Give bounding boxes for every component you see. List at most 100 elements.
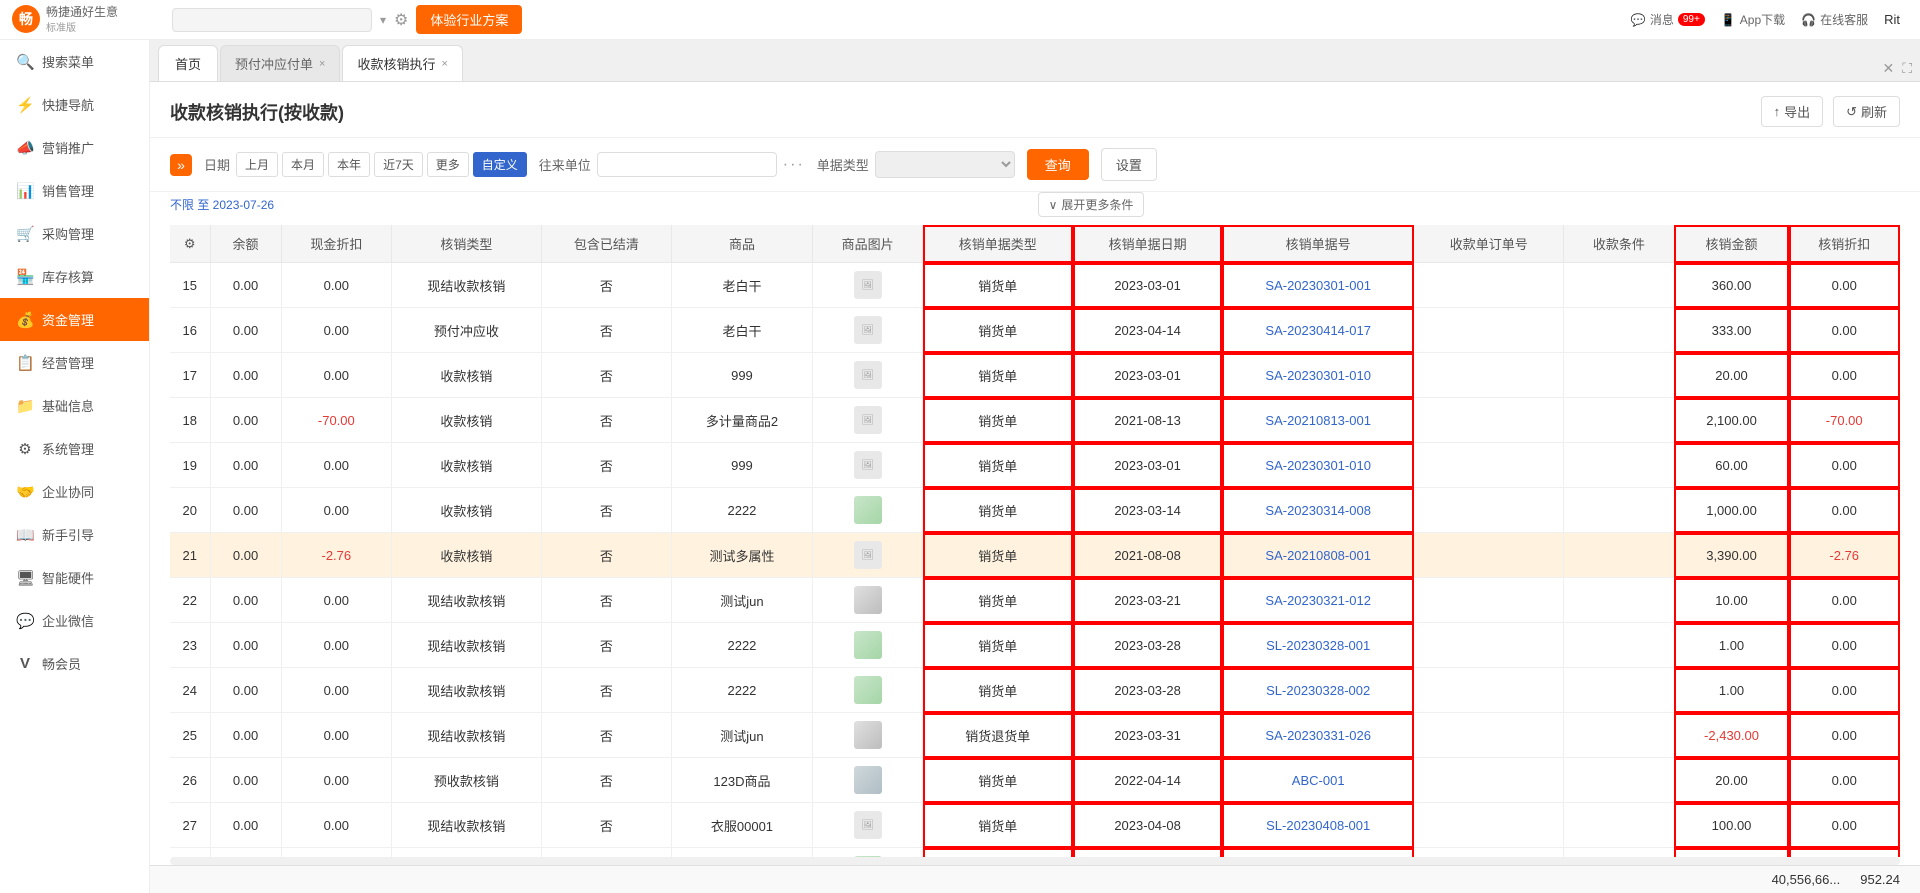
th-cancel-amount: 核销金额 [1674,225,1789,263]
cell-product: 衣服00001 [671,803,812,848]
cell-id: 23 [170,623,210,668]
app-download-item[interactable]: 📱 App下载 [1721,11,1785,28]
export-button[interactable]: ↑ 导出 [1761,96,1824,127]
query-button[interactable]: 查询 [1027,149,1089,180]
cell-bill-no[interactable]: SA-20210813-001 [1222,398,1413,443]
sidebar-item-basic-info[interactable]: 📁 基础信息 [0,384,149,427]
horizontal-scrollbar[interactable] [170,857,1900,865]
filter-custom[interactable]: 自定义 [473,152,527,177]
top-dropdown-arrow[interactable]: ▾ [380,13,386,27]
cell-cancel-type: 预收款核销 [392,758,542,803]
cell-bill-no[interactable]: SA-20230414-017 [1222,308,1413,353]
filter-counterpart-input[interactable] [597,152,777,177]
sidebar-item-inventory[interactable]: 🏪 库存核算 [0,255,149,298]
filter-counterpart-dots[interactable]: ··· [783,156,805,174]
filter-this-month[interactable]: 本月 [282,152,324,177]
product-image-placeholder: 🖼 [854,316,882,344]
cell-bill-no[interactable]: SA-20230301-010 [1222,443,1413,488]
operation-icon: 📋 [16,354,34,372]
sidebar-item-finance[interactable]: 💰 资金管理 [0,298,149,341]
cell-bill-no[interactable]: ABC-001 [1222,758,1413,803]
tab-receivables[interactable]: 收款核销执行 × [342,45,462,81]
tab-close-all-icon[interactable]: ✕ [1882,60,1894,77]
top-search-input[interactable] [172,8,372,32]
filter-expand-button[interactable]: ∨ 展开更多条件 [1038,192,1145,217]
cell-id: 18 [170,398,210,443]
th-settings[interactable]: ⚙ [170,225,210,263]
filter-last-7-days[interactable]: 近7天 [374,152,423,177]
cell-bill-no[interactable]: SA-20230321-012 [1222,578,1413,623]
refresh-button[interactable]: ↺ 刷新 [1833,96,1900,127]
cell-bill-no[interactable]: SL-20230408-001 [1222,803,1413,848]
sidebar-item-wechat[interactable]: 💬 企业微信 [0,599,149,642]
sidebar-item-operation[interactable]: 📋 经营管理 [0,341,149,384]
cell-bill-no[interactable]: SA-20230314-008 [1222,488,1413,533]
cell-bill-no[interactable]: SA-20230331-026 [1222,713,1413,758]
filter-bar: » 日期 上月 本月 本年 近7天 更多 自定义 往来单位 ··· [150,138,1920,192]
cell-bill-no[interactable]: SA-20230301-010 [1222,353,1413,398]
industry-solution-button[interactable]: 体验行业方案 [416,5,522,34]
cell-bill-no[interactable]: SA-20210808-001 [1222,533,1413,578]
sidebar-item-purchase[interactable]: 🛒 采购管理 [0,212,149,255]
user-name[interactable]: Rit [1884,12,1900,27]
cell-balance: 0.00 [210,713,281,758]
tab-receivables-close[interactable]: × [441,58,447,70]
cell-bill-type: 销货单 [923,668,1073,713]
sidebar-item-quick-nav[interactable]: ⚡ 快捷导航 [0,83,149,126]
filter-toggle-button[interactable]: » [170,154,192,176]
tab-prepay-close[interactable]: × [319,58,325,70]
cell-cancel-discount: 0.00 [1789,758,1900,803]
cell-cancel-discount: 0.00 [1789,308,1900,353]
product-image [854,586,882,614]
tab-home[interactable]: 首页 [158,45,218,81]
cell-id: 27 [170,803,210,848]
th-payment-term: 收款条件 [1564,225,1674,263]
logo-icon: 畅 [12,5,40,33]
sidebar-item-search[interactable]: 🔍 搜索菜单 [0,40,149,83]
cell-cancel-type: 现结收款核销 [392,803,542,848]
cell-product-img: 🖼 [812,263,922,308]
cell-product-img: 🖼 [812,533,922,578]
tab-prepay[interactable]: 预付冲应付单 × [220,45,340,81]
sidebar-item-sales[interactable]: 📊 销售管理 [0,169,149,212]
cell-product-img [812,668,922,713]
sidebar-item-marketing[interactable]: 📣 营销推广 [0,126,149,169]
cell-bill-no[interactable]: SA-20230301-001 [1222,263,1413,308]
footer-amount-value: 40,556,66... [1772,872,1841,887]
sidebar-item-collab[interactable]: 🤝 企业协同 [0,470,149,513]
filter-more[interactable]: 更多 [427,152,469,177]
tab-expand-icon[interactable]: ⛶ [1902,60,1912,77]
footer-cancel-amount: 40,556,66... [1772,872,1841,887]
filter-bill-type-select[interactable] [875,151,1015,178]
cell-bill-no[interactable]: SL-20230328-001 [1222,623,1413,668]
logo: 畅 畅捷通好生意 标准版 [12,5,162,34]
cell-contains-settled: 否 [541,848,671,858]
messages-item[interactable]: 💬 消息 99+ [1631,11,1705,28]
marketing-icon: 📣 [16,139,34,157]
cell-bill-no[interactable]: SL-20230418-001 [1222,848,1413,858]
cell-cancel-amount: 3,390.00 [1674,533,1789,578]
cell-bill-date: 2023-03-21 [1073,578,1223,623]
top-settings-icon[interactable]: ⚙ [394,10,408,30]
sidebar-item-guide[interactable]: 📖 新手引导 [0,513,149,556]
cell-payment-term [1564,398,1674,443]
cell-cancel-discount: 0.00 [1789,848,1900,858]
cell-bill-type: 销货单 [923,533,1073,578]
cell-bill-no[interactable]: SL-20230328-002 [1222,668,1413,713]
cell-product-img: 🖼 [812,353,922,398]
cell-id: 25 [170,713,210,758]
cell-contains-settled: 否 [541,623,671,668]
export-icon: ↑ [1774,104,1781,119]
sidebar-item-vip[interactable]: V 畅会员 [0,642,149,685]
filter-last-month[interactable]: 上月 [236,152,278,177]
cell-product: 2222 [671,848,812,858]
guide-icon: 📖 [16,526,34,544]
filter-date-buttons: 上月 本月 本年 近7天 更多 自定义 [236,152,527,177]
sidebar-item-hardware[interactable]: 🖥 智能硬件 [0,556,149,599]
filter-this-year[interactable]: 本年 [328,152,370,177]
footer-discount-value: 952.24 [1860,872,1900,887]
settings-button[interactable]: 设置 [1101,148,1157,181]
table-row: 17 0.00 0.00 收款核销 否 999 🖼 销货单 2023-03-01… [170,353,1900,398]
sidebar-item-system[interactable]: ⚙ 系统管理 [0,427,149,470]
online-service-item[interactable]: 🎧 在线客服 [1801,11,1868,28]
